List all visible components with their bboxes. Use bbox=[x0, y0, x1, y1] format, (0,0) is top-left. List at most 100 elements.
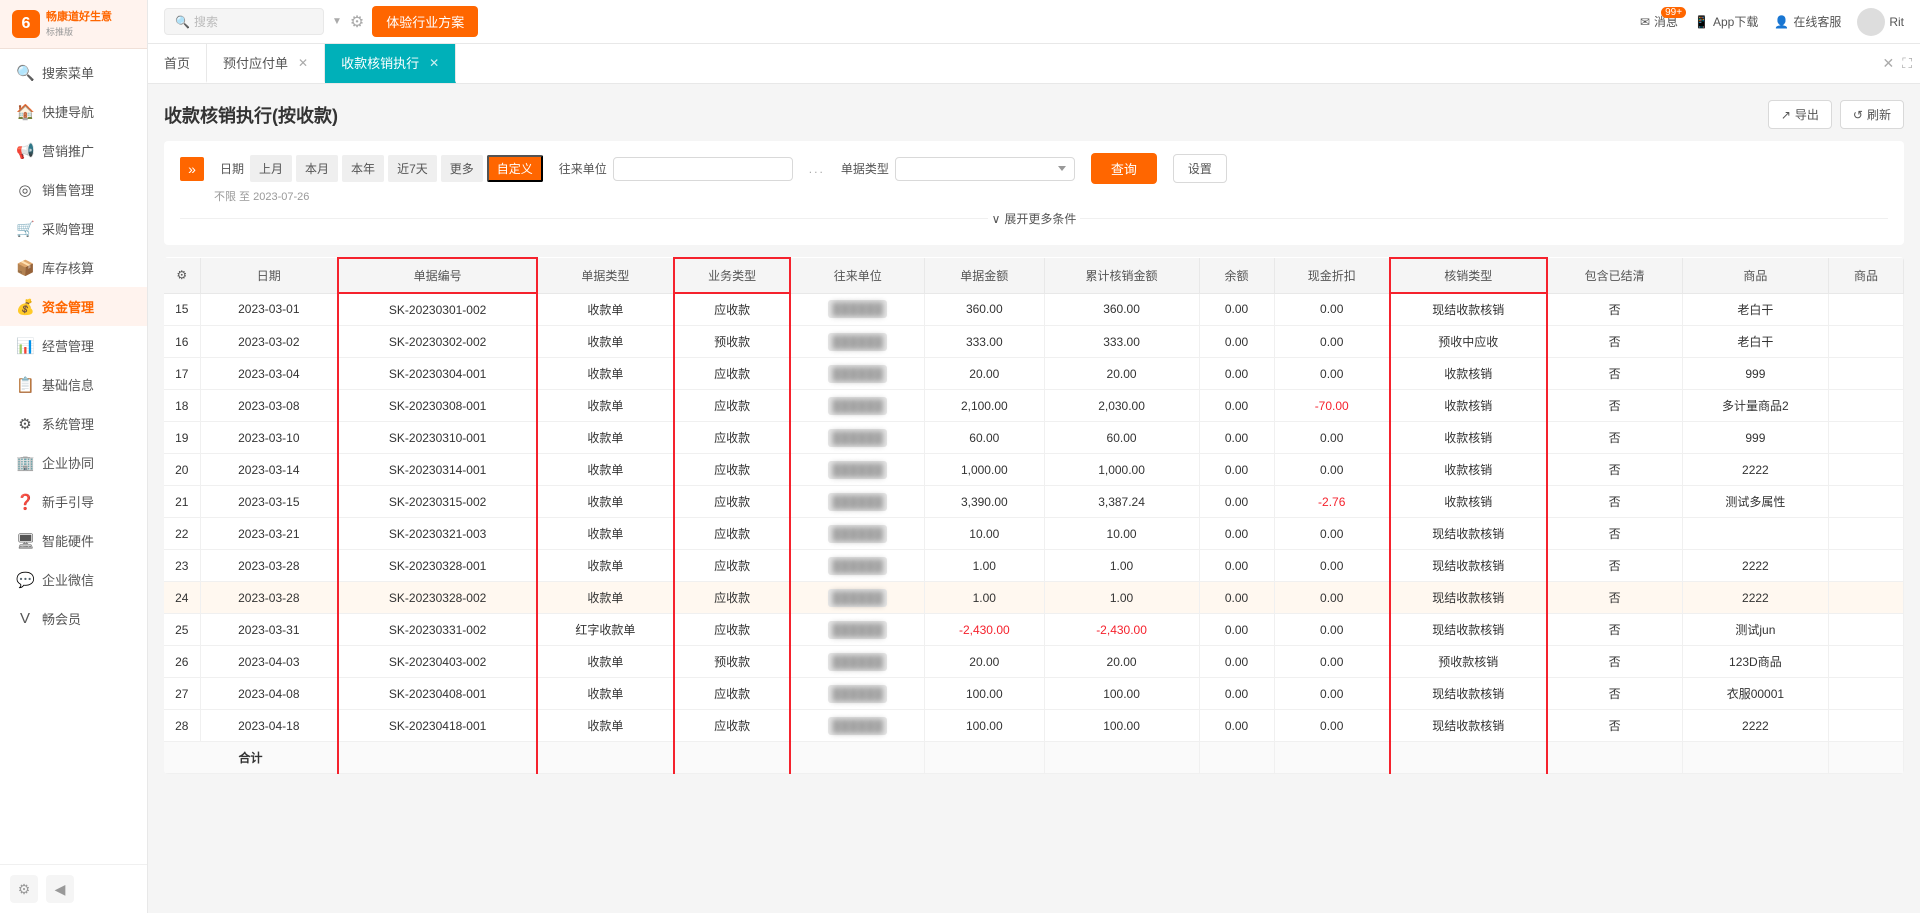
sidebar-settings-btn[interactable]: ⚙ bbox=[10, 875, 38, 903]
sidebar-collapse-btn[interactable]: ◀ bbox=[46, 875, 74, 903]
topbar-right: ✉ 消息 99+ 📱 App下载 👤 在线客服 Rit bbox=[1640, 8, 1904, 36]
sidebar-item-capital[interactable]: 💰资金管理 bbox=[0, 287, 147, 326]
export-btn[interactable]: ↗ 导出 bbox=[1768, 100, 1832, 129]
user-avatar[interactable]: Rit bbox=[1857, 8, 1904, 36]
message-btn[interactable]: ✉ 消息 99+ bbox=[1640, 13, 1678, 30]
cell-voucher-no: SK-20230403-002 bbox=[338, 646, 537, 678]
voucher-no-link[interactable]: SK-20230328-001 bbox=[389, 559, 486, 573]
sidebar-item-system[interactable]: ⚙系统管理 bbox=[0, 404, 147, 443]
voucher-no-link[interactable]: SK-20230304-001 bbox=[389, 367, 486, 381]
col-settings-header[interactable]: ⚙ bbox=[164, 258, 200, 293]
total-verified bbox=[1044, 742, 1199, 774]
sidebar-item-purchase[interactable]: 🛒采购管理 bbox=[0, 209, 147, 248]
app-download-btn[interactable]: 📱 App下载 bbox=[1694, 13, 1758, 30]
cell-goods: 老白干 bbox=[1682, 326, 1828, 358]
tab-prepay[interactable]: 预付应付单 ✕ bbox=[207, 44, 325, 83]
sidebar-item-inventory[interactable]: 📦库存核算 bbox=[0, 248, 147, 287]
cell-seq: 27 bbox=[164, 678, 200, 710]
total-discount bbox=[1274, 742, 1390, 774]
cell-balance: 0.00 bbox=[1199, 326, 1274, 358]
voucher-no-link[interactable]: SK-20230403-002 bbox=[389, 655, 486, 669]
sidebar-item-search[interactable]: 🔍搜索菜单 bbox=[0, 53, 147, 92]
voucher-no-link[interactable]: SK-20230328-002 bbox=[389, 591, 486, 605]
date-btn-more[interactable]: 更多 bbox=[441, 155, 483, 182]
solution-btn[interactable]: 体验行业方案 bbox=[372, 6, 478, 37]
sidebar-label-basic: 基础信息 bbox=[42, 375, 94, 394]
cell-date: 2023-03-31 bbox=[200, 614, 338, 646]
tab-prepay-close-icon[interactable]: ✕ bbox=[298, 56, 308, 70]
topbar-gear-icon[interactable]: ⚙ bbox=[350, 12, 364, 32]
cell-partner: ██████ bbox=[790, 646, 924, 678]
sidebar-item-wechat[interactable]: 💬企业微信 bbox=[0, 560, 147, 599]
sidebar-item-basic[interactable]: 📋基础信息 bbox=[0, 365, 147, 404]
filter-collapse-btn[interactable]: » bbox=[180, 157, 204, 181]
sidebar-item-nav[interactable]: 🏠快捷导航 bbox=[0, 92, 147, 131]
expand-more-bar[interactable]: ∨ 展开更多条件 bbox=[180, 204, 1888, 233]
date-btn-this-year[interactable]: 本年 bbox=[342, 155, 384, 182]
tab-collection[interactable]: 收款核销执行 ✕ bbox=[325, 44, 456, 83]
sidebar-item-sales[interactable]: ◎销售管理 bbox=[0, 170, 147, 209]
online-service-btn[interactable]: 👤 在线客服 bbox=[1774, 13, 1841, 30]
date-custom-btn[interactable]: 自定义 bbox=[487, 155, 543, 182]
table-settings-icon[interactable]: ⚙ bbox=[176, 268, 187, 282]
sidebar-label-wechat: 企业微信 bbox=[42, 570, 94, 589]
voucher-no-link[interactable]: SK-20230310-001 bbox=[389, 431, 486, 445]
sidebar-item-hardware[interactable]: 🖥智能硬件 bbox=[0, 521, 147, 560]
cell-write-off-type: 现结收款核销 bbox=[1390, 293, 1547, 326]
voucher-type-label: 单据类型 bbox=[841, 160, 889, 177]
partner-value: ██████ bbox=[828, 333, 887, 351]
filter-settings-btn[interactable]: 设置 bbox=[1173, 154, 1227, 183]
partner-value: ██████ bbox=[828, 525, 887, 543]
query-btn[interactable]: 查询 bbox=[1091, 153, 1157, 184]
date-btn-this-month[interactable]: 本月 bbox=[296, 155, 338, 182]
cell-goods2 bbox=[1828, 454, 1903, 486]
cell-partner: ██████ bbox=[790, 454, 924, 486]
table-row: 16 2023-03-02 SK-20230302-002 收款单 预收款 ██… bbox=[164, 326, 1904, 358]
partner-filter-label: 往来单位 bbox=[559, 160, 607, 177]
cell-voucher-no: SK-20230331-002 bbox=[338, 614, 537, 646]
voucher-no-link[interactable]: SK-20230314-001 bbox=[389, 463, 486, 477]
voucher-no-link[interactable]: SK-20230331-002 bbox=[389, 623, 486, 637]
tab-home[interactable]: 首页 bbox=[148, 44, 207, 83]
tab-maximize-icon[interactable]: ⛶ bbox=[1902, 55, 1912, 72]
partner-value: ██████ bbox=[828, 300, 887, 318]
cell-goods2 bbox=[1828, 518, 1903, 550]
date-btn-last-month[interactable]: 上月 bbox=[250, 155, 292, 182]
voucher-no-link[interactable]: SK-20230308-001 bbox=[389, 399, 486, 413]
cell-biz-type: 应收款 bbox=[674, 486, 791, 518]
cell-include-settled: 否 bbox=[1547, 550, 1683, 582]
cell-date: 2023-03-01 bbox=[200, 293, 338, 326]
sidebar-item-marketing[interactable]: 📢营销推广 bbox=[0, 131, 147, 170]
voucher-no-link[interactable]: SK-20230301-002 bbox=[389, 303, 486, 317]
sidebar-item-operation[interactable]: 📊经营管理 bbox=[0, 326, 147, 365]
refresh-btn[interactable]: ↺ 刷新 bbox=[1840, 100, 1904, 129]
sidebar-item-company[interactable]: 🏢企业协同 bbox=[0, 443, 147, 482]
tab-close-all-icon[interactable]: ✕ bbox=[1882, 55, 1894, 72]
user-name: Rit bbox=[1889, 15, 1904, 29]
sidebar-item-member[interactable]: V畅会员 bbox=[0, 599, 147, 638]
total-goods2 bbox=[1828, 742, 1903, 774]
tab-collection-label: 收款核销执行 bbox=[341, 53, 419, 72]
voucher-no-link[interactable]: SK-20230315-002 bbox=[389, 495, 486, 509]
dropdown-arrow-icon[interactable]: ▼ bbox=[332, 16, 342, 27]
partner-value: ██████ bbox=[828, 397, 887, 415]
topbar-search[interactable]: 🔍 搜索 bbox=[164, 8, 324, 35]
voucher-no-link[interactable]: SK-20230321-003 bbox=[389, 527, 486, 541]
cell-verified-amount: 1,000.00 bbox=[1044, 454, 1199, 486]
partner-input[interactable] bbox=[613, 157, 793, 181]
online-service-label: 在线客服 bbox=[1793, 13, 1841, 30]
cell-biz-type: 应收款 bbox=[674, 358, 791, 390]
cell-voucher-no: SK-20230302-002 bbox=[338, 326, 537, 358]
cell-include-settled: 否 bbox=[1547, 582, 1683, 614]
date-btn-7days[interactable]: 近7天 bbox=[388, 155, 437, 182]
cell-partner: ██████ bbox=[790, 678, 924, 710]
voucher-no-link[interactable]: SK-20230302-002 bbox=[389, 335, 486, 349]
table-row: 23 2023-03-28 SK-20230328-001 收款单 应收款 ██… bbox=[164, 550, 1904, 582]
voucher-no-link[interactable]: SK-20230418-001 bbox=[389, 719, 486, 733]
cell-date: 2023-03-28 bbox=[200, 582, 338, 614]
voucher-no-link[interactable]: SK-20230408-001 bbox=[389, 687, 486, 701]
voucher-type-select[interactable] bbox=[895, 157, 1075, 181]
sidebar-item-guide[interactable]: ❓新手引导 bbox=[0, 482, 147, 521]
tab-collection-close-icon[interactable]: ✕ bbox=[429, 56, 439, 70]
cell-seq: 22 bbox=[164, 518, 200, 550]
